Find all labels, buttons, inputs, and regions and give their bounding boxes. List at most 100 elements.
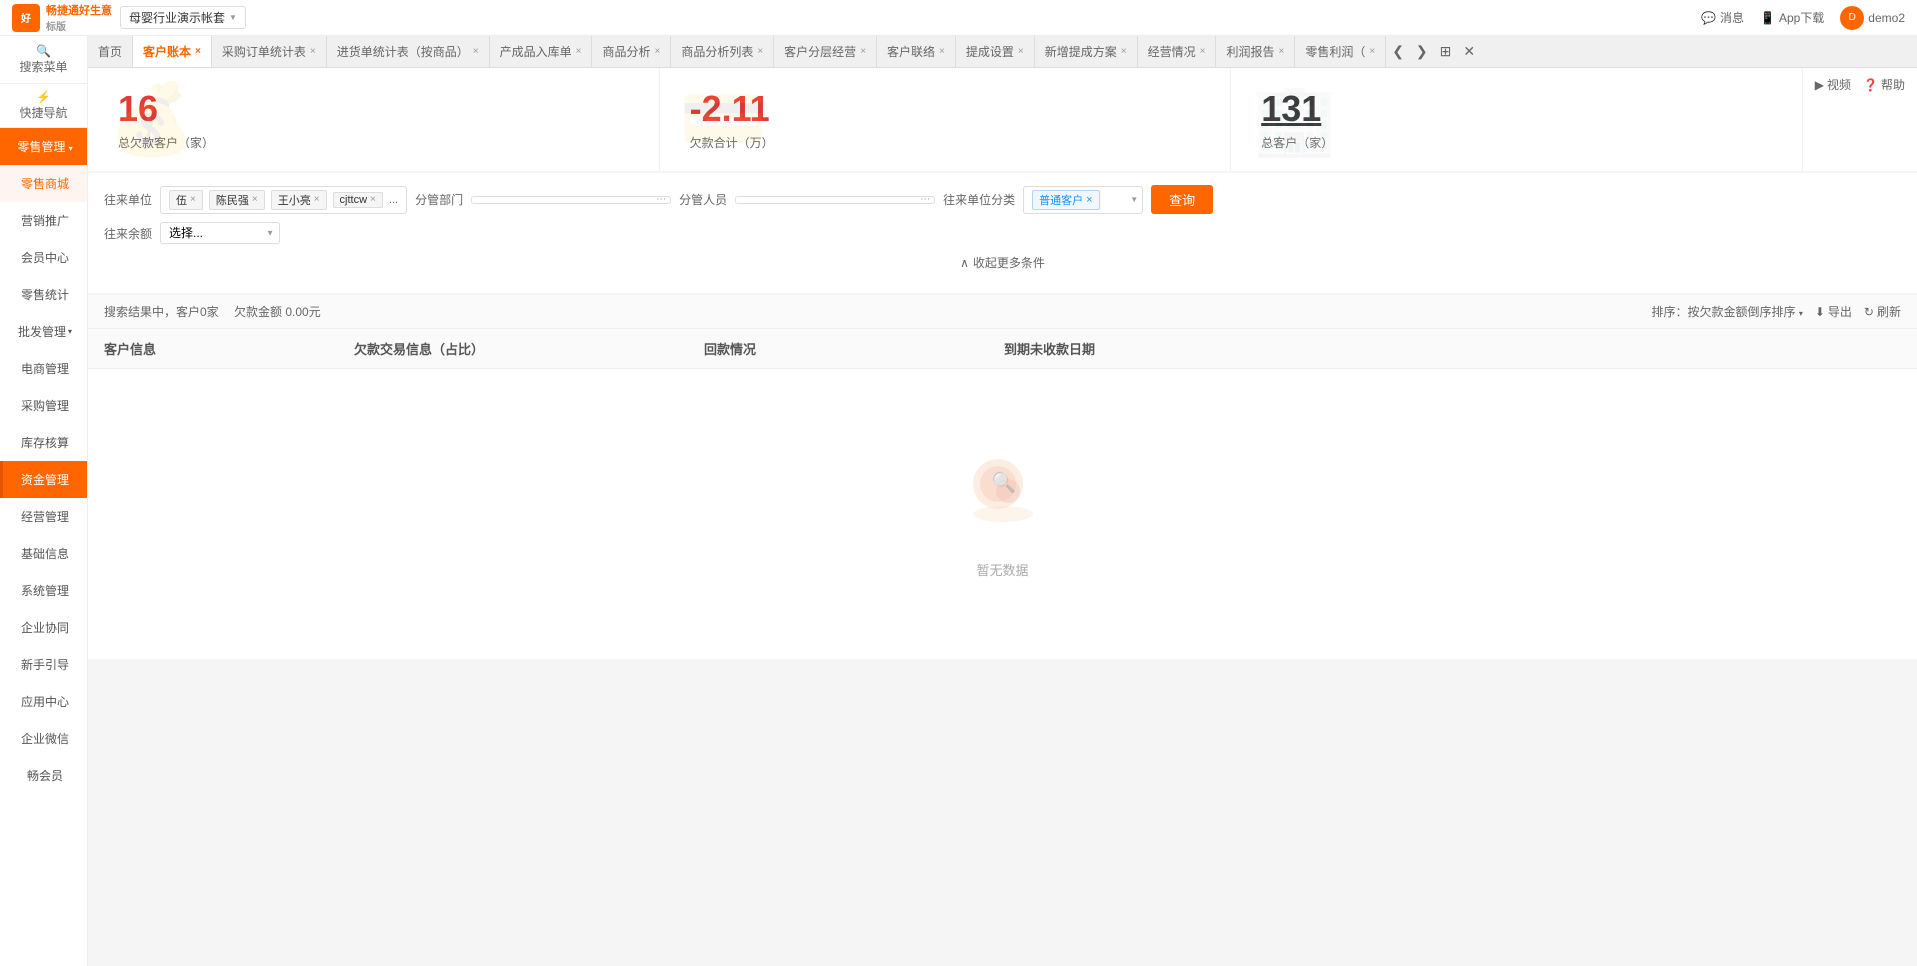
tab-close-icon[interactable]: × (576, 46, 582, 57)
sidebar-item-quick-nav[interactable]: ⚡ 快捷导航 (0, 84, 87, 128)
remove-cjttcw-btn[interactable]: × (370, 194, 376, 205)
collapse-btn[interactable]: ∧ 收起更多条件 (960, 250, 1045, 275)
message-btn[interactable]: 💬 消息 (1701, 9, 1744, 26)
sidebar-item-marketing[interactable]: 营销推广 (0, 202, 87, 239)
tab-close-icon[interactable]: × (1200, 46, 1206, 57)
sidebar-item-retail[interactable]: 零售管理 ▾ (0, 128, 87, 165)
remove-wang-btn[interactable]: × (314, 194, 320, 205)
tab-purchase-stats[interactable]: 采购订单统计表 × (212, 36, 327, 67)
empty-icon: 🔍 (963, 449, 1043, 548)
filter-tag-chen[interactable]: 陈民强 × (209, 190, 265, 210)
sidebar-label-guide: 新手引导 (21, 658, 69, 672)
tab-close-icon[interactable]: × (757, 46, 763, 57)
tab-customer-account[interactable]: 客户账本 × (133, 36, 212, 67)
dept-expand-icon: ⋯ (656, 194, 666, 205)
tab-retail-profit[interactable]: 零售利润（ × (1295, 36, 1386, 67)
sidebar-label-retail-mall: 零售商城 (21, 177, 69, 191)
sidebar-item-operations[interactable]: 经营管理 (0, 498, 87, 535)
sidebar-item-wechat[interactable]: 企业微信 (0, 720, 87, 757)
help-btn[interactable]: ❓ 帮助 (1863, 76, 1905, 93)
message-label: 消息 (1720, 9, 1744, 26)
refresh-btn[interactable]: ↻ 刷新 (1864, 303, 1901, 320)
tab-close-all[interactable]: ✕ (1457, 36, 1481, 67)
table-header: 客户信息 欠款交易信息（占比） 回款情况 到期未收款日期 (88, 329, 1917, 369)
tab-home[interactable]: 首页 (88, 36, 133, 67)
remove-chen-btn[interactable]: × (252, 194, 258, 205)
sidebar-item-ecommerce[interactable]: 电商管理 (0, 350, 87, 387)
company-select[interactable]: 母婴行业演示帐套 ▼ (120, 6, 246, 29)
sidebar-item-guide[interactable]: 新手引导 (0, 646, 87, 683)
tab-close-icon[interactable]: × (860, 46, 866, 57)
sidebar-item-finance[interactable]: 资金管理 (0, 461, 87, 498)
sidebar-item-retail-mall[interactable]: 零售商城 (0, 165, 87, 202)
sidebar-item-app-center[interactable]: 应用中心 (0, 683, 87, 720)
tab-commission[interactable]: 提成设置 × (956, 36, 1035, 67)
tab-inbound-stats[interactable]: 进货单统计表（按商品） × (327, 36, 490, 67)
filter-tag-wu[interactable]: 伍 × (169, 190, 203, 210)
sidebar-item-basic[interactable]: 基础信息 (0, 535, 87, 572)
tab-product-list[interactable]: 商品分析列表 × (671, 36, 774, 67)
username: demo2 (1868, 11, 1905, 25)
export-btn[interactable]: ⬇ 导出 (1815, 303, 1852, 320)
tag-cjttcw-text: cjttcw (340, 194, 368, 206)
top-bar: 好 畅捷通好生意 标版 母婴行业演示帐套 ▼ 💬 消息 📱 App下载 D de… (0, 0, 1917, 36)
tab-customer-contact[interactable]: 客户联络 × (877, 36, 956, 67)
sort-text: 排序：按欠款金额倒序排序 (1651, 305, 1795, 319)
category-select[interactable]: 普通客户 × ▼ (1023, 186, 1143, 214)
filter-dept-label: 分管部门 (415, 191, 463, 208)
dept-select[interactable]: ⋯ (471, 196, 671, 204)
sidebar-item-collab[interactable]: 企业协同 (0, 609, 87, 646)
tab-close-icon[interactable]: × (195, 46, 201, 57)
tab-close-icon[interactable]: × (1121, 46, 1127, 57)
sidebar-item-system[interactable]: 系统管理 (0, 572, 87, 609)
collapse-row: ∧ 收起更多条件 (104, 244, 1901, 281)
tab-production[interactable]: 产成品入库单 × (490, 36, 593, 67)
query-button[interactable]: 查询 (1151, 185, 1213, 214)
remove-wu-btn[interactable]: × (190, 194, 196, 205)
user-area[interactable]: D demo2 (1840, 6, 1905, 30)
video-label: 视频 (1827, 76, 1851, 93)
tab-customer-account-label: 客户账本 (143, 43, 191, 60)
app-download-label: App下载 (1779, 9, 1824, 26)
tab-close-icon[interactable]: × (310, 46, 316, 57)
sidebar-item-retail-stats[interactable]: 零售统计 (0, 276, 87, 313)
sidebar-item-wholesale[interactable]: 批发管理 ▾ (0, 313, 87, 350)
tab-bar: 首页 客户账本 × 采购订单统计表 × 进货单统计表（按商品） × 产成品入库单… (88, 36, 1917, 68)
sidebar-item-purchase[interactable]: 采购管理 (0, 387, 87, 424)
more-tags-btn[interactable]: ... (389, 194, 398, 206)
tab-scroll-left[interactable]: ❮ (1386, 36, 1410, 67)
sidebar-item-inventory[interactable]: 库存核算 (0, 424, 87, 461)
help-label: 帮助 (1881, 76, 1905, 93)
tab-close-icon[interactable]: × (1369, 46, 1375, 57)
tab-scroll-right[interactable]: ❯ (1410, 36, 1434, 67)
remove-cat-btn[interactable]: × (1086, 194, 1092, 206)
tab-profit[interactable]: 利润报告 × (1216, 36, 1295, 67)
empty-text: 暂无数据 (976, 560, 1028, 579)
sidebar-item-member[interactable]: 会员中心 (0, 239, 87, 276)
search-result-bar: 搜索结果中，客户0家 欠款金额 0.00元 排序：按欠款金额倒序排序 ▾ ⬇ 导… (88, 295, 1917, 329)
tab-close-icon[interactable]: × (1018, 46, 1024, 57)
video-btn[interactable]: ▶ 视频 (1815, 76, 1851, 93)
tab-close-icon[interactable]: × (939, 46, 945, 57)
tab-close-icon[interactable]: × (654, 46, 660, 57)
tab-ops[interactable]: 经营情况 × (1138, 36, 1217, 67)
main-layout: 🔍 搜索菜单 ⚡ 快捷导航 零售管理 ▾ 零售商城 营销推广 会员中心 零售统计… (0, 36, 1917, 966)
filter-unit-wrap[interactable]: 伍 × 陈民强 × 王小亮 × cjttcw × (160, 186, 407, 214)
cat-tag-normal[interactable]: 普通客户 × (1032, 190, 1099, 210)
app-download-btn[interactable]: 📱 App下载 (1760, 9, 1824, 26)
tab-customer-tier[interactable]: 客户分层经营 × (774, 36, 877, 67)
person-select[interactable]: ⋯ (735, 196, 935, 204)
tab-commission-label: 提成设置 (966, 43, 1014, 60)
filter-tag-wang[interactable]: 王小亮 × (271, 190, 327, 210)
tab-new-commission[interactable]: 新增提成方案 × (1035, 36, 1138, 67)
filter-tag-cjttcw[interactable]: cjttcw × (333, 192, 383, 208)
tab-close-icon[interactable]: × (473, 46, 479, 57)
sidebar-item-member2[interactable]: 畅会员 (0, 757, 87, 794)
sidebar-item-search[interactable]: 🔍 搜索菜单 (0, 36, 87, 84)
tab-retail-profit-label: 零售利润（ (1305, 43, 1365, 60)
tab-more[interactable]: ⊞ (1434, 36, 1458, 67)
table-wrap: 客户信息 欠款交易信息（占比） 回款情况 到期未收款日期 🔍 (88, 329, 1917, 659)
tab-close-icon[interactable]: × (1278, 46, 1284, 57)
tab-product-analysis[interactable]: 商品分析 × (592, 36, 671, 67)
balance-select[interactable]: 选择... (160, 222, 280, 244)
